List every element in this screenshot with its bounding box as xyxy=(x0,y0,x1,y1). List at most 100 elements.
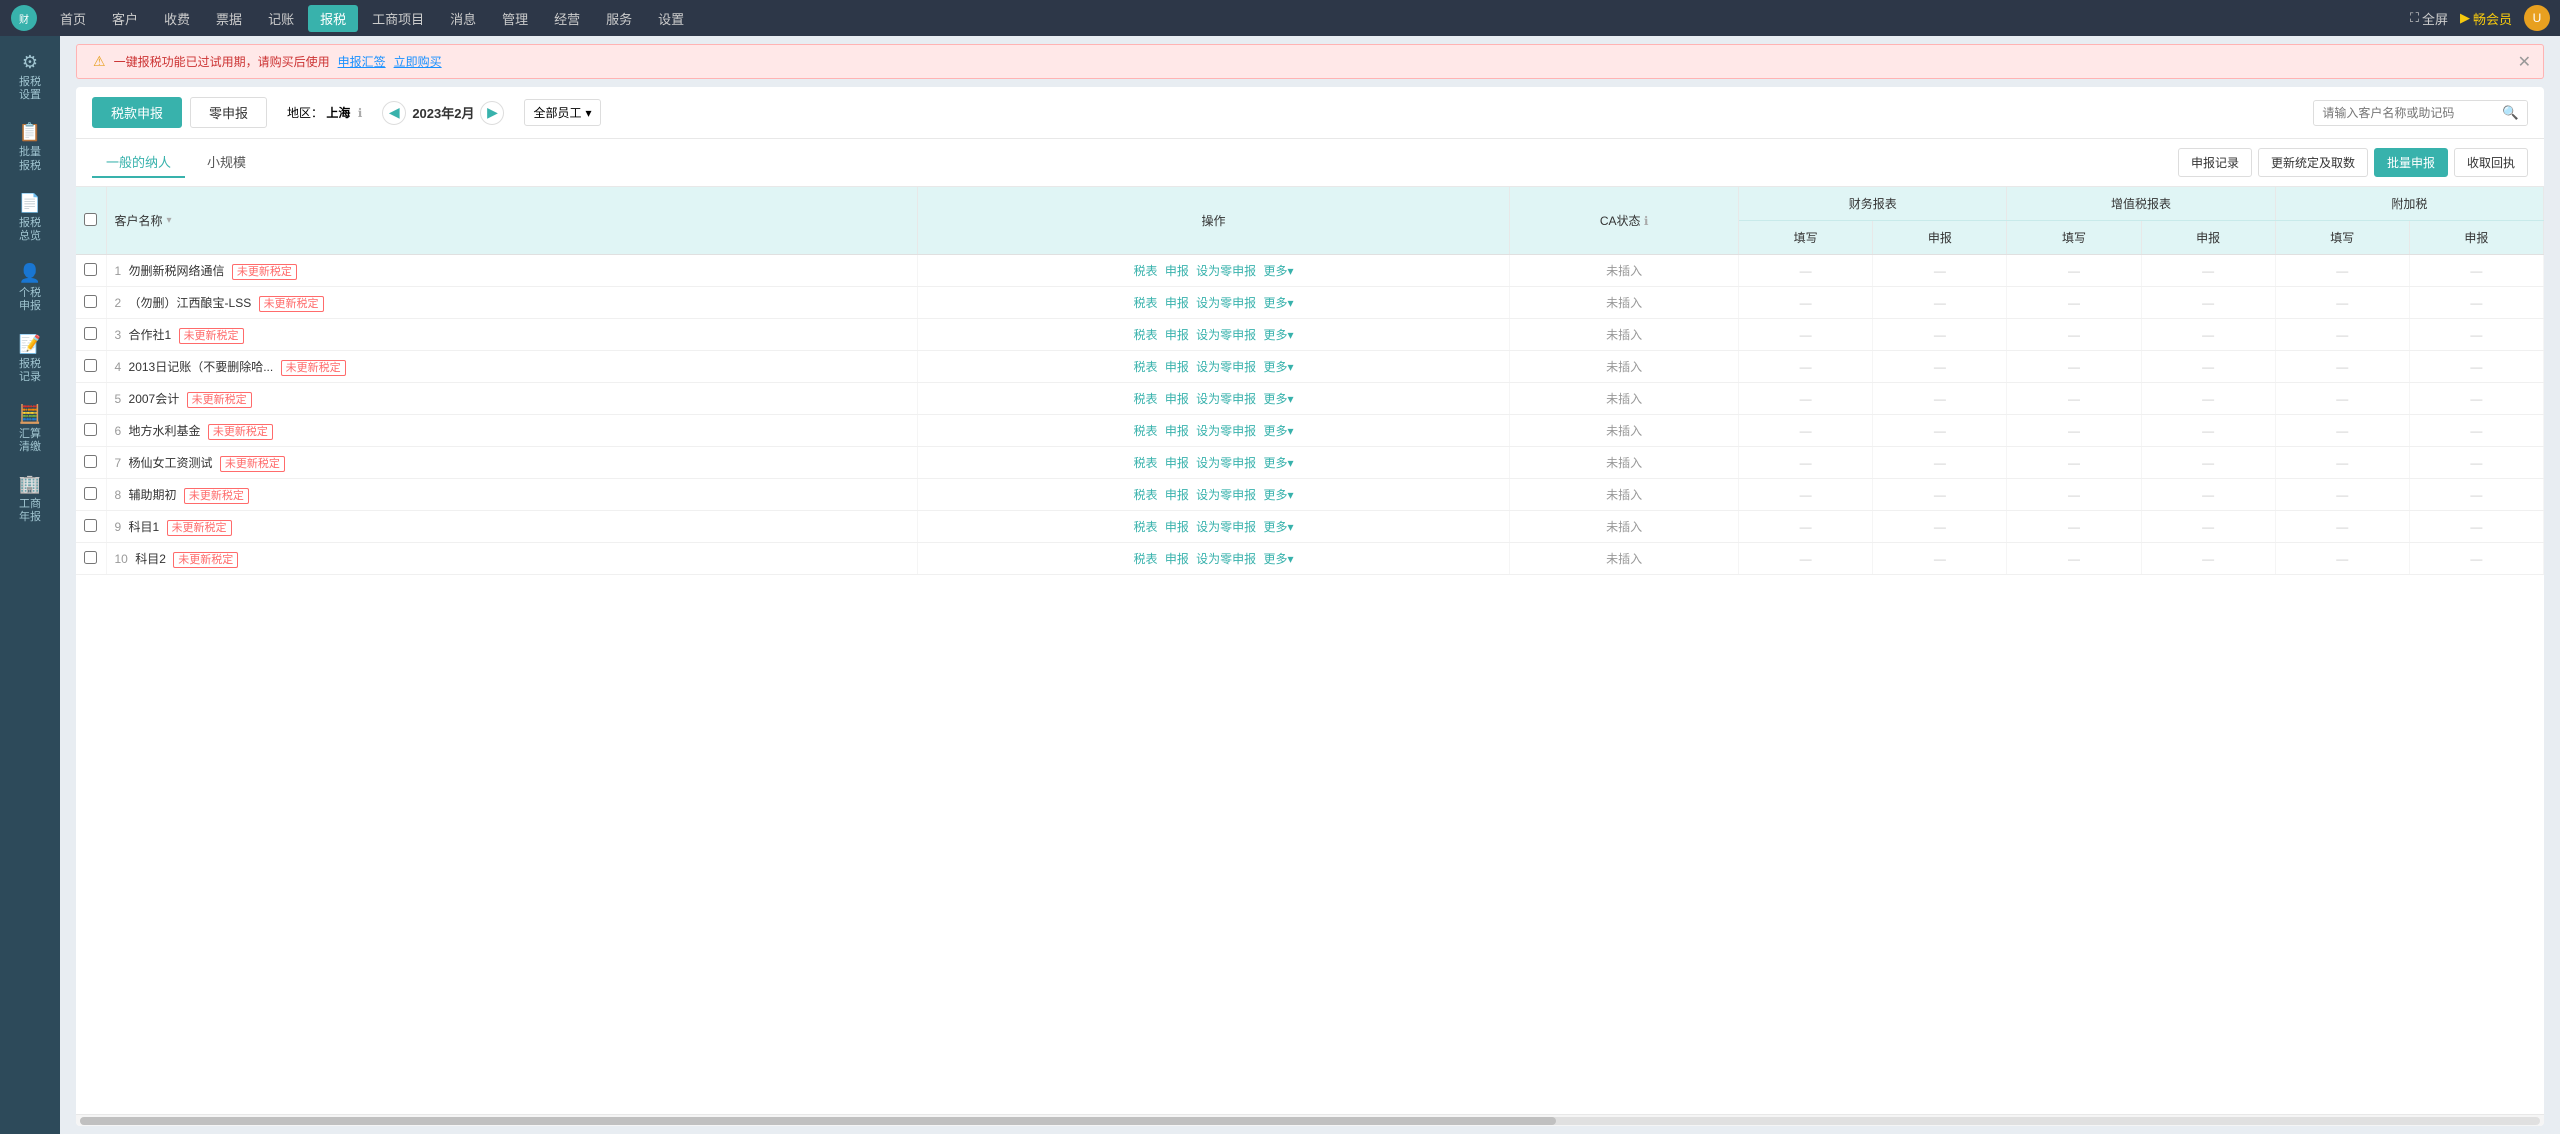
btn-retrieve-receipt[interactable]: 收取回执 xyxy=(2454,148,2528,177)
tab-tax-declaration[interactable]: 税款申报 xyxy=(92,97,182,128)
row-ca-status: 未插入 xyxy=(1510,543,1739,575)
op-zero-submit-1[interactable]: 设为零申报 xyxy=(1196,296,1256,310)
row-checkbox-9[interactable] xyxy=(84,551,97,564)
row-checkbox-8[interactable] xyxy=(84,519,97,532)
nav-item-business[interactable]: 工商项目 xyxy=(360,5,436,32)
op-submit-6[interactable]: 申报 xyxy=(1165,456,1189,470)
region-info-icon[interactable]: ℹ xyxy=(358,106,363,120)
op-zero-submit-6[interactable]: 设为零申报 xyxy=(1196,456,1256,470)
date-next-btn[interactable]: ▶ xyxy=(480,101,504,125)
sidebar-item-batch-tax[interactable]: 📋 批量报税 xyxy=(3,114,57,180)
op-more-8[interactable]: 更多▾ xyxy=(1264,520,1294,534)
unconfirmed-tag: 未更新税定 xyxy=(232,264,297,280)
op-more-3[interactable]: 更多▾ xyxy=(1264,360,1294,374)
department-select[interactable]: 全部员工 ▾ xyxy=(524,99,600,126)
nav-item-tax[interactable]: 报税 xyxy=(308,5,358,32)
op-submit-4[interactable]: 申报 xyxy=(1165,392,1189,406)
op-zero-submit-0[interactable]: 设为零申报 xyxy=(1196,264,1256,278)
sidebar-item-tax-records[interactable]: 📝 报税记录 xyxy=(3,326,57,392)
nav-item-customer[interactable]: 客户 xyxy=(100,5,150,32)
banner-link-report[interactable]: 申报汇签 xyxy=(338,53,386,70)
nav-item-invoice[interactable]: 票据 xyxy=(204,5,254,32)
nav-item-operation[interactable]: 经营 xyxy=(542,5,592,32)
nav-item-home[interactable]: 首页 xyxy=(48,5,98,32)
op-zero-submit-7[interactable]: 设为零申报 xyxy=(1196,488,1256,502)
nav-item-settings[interactable]: 设置 xyxy=(646,5,696,32)
current-date: 2023年2月 xyxy=(412,103,474,122)
op-more-7[interactable]: 更多▾ xyxy=(1264,488,1294,502)
nav-item-service[interactable]: 服务 xyxy=(594,5,644,32)
sidebar-item-settlement[interactable]: 🧮 汇算清缴 xyxy=(3,396,57,462)
op-zero-submit-4[interactable]: 设为零申报 xyxy=(1196,392,1256,406)
row-add-fill: — xyxy=(2275,351,2409,383)
sidebar-item-personal-tax[interactable]: 👤 个税申报 xyxy=(3,255,57,321)
date-prev-btn[interactable]: ◀ xyxy=(382,101,406,125)
op-more-1[interactable]: 更多▾ xyxy=(1264,296,1294,310)
op-tax-table-5[interactable]: 税表 xyxy=(1133,424,1157,438)
op-tax-table-1[interactable]: 税表 xyxy=(1133,296,1157,310)
row-add-fill: — xyxy=(2275,383,2409,415)
op-zero-submit-8[interactable]: 设为零申报 xyxy=(1196,520,1256,534)
tab-small-scale[interactable]: 小规模 xyxy=(193,147,260,178)
row-checkbox-0[interactable] xyxy=(84,263,97,276)
op-submit-2[interactable]: 申报 xyxy=(1165,328,1189,342)
op-submit-0[interactable]: 申报 xyxy=(1165,264,1189,278)
nav-item-accounting[interactable]: 记账 xyxy=(256,5,306,32)
op-tax-table-9[interactable]: 税表 xyxy=(1133,552,1157,566)
op-tax-table-3[interactable]: 税表 xyxy=(1133,360,1157,374)
upgrade-btn[interactable]: ▶ 畅会员 xyxy=(2460,9,2512,28)
row-checkbox-1[interactable] xyxy=(84,295,97,308)
op-more-4[interactable]: 更多▾ xyxy=(1264,392,1294,406)
search-input[interactable] xyxy=(2314,102,2494,124)
row-checkbox-6[interactable] xyxy=(84,455,97,468)
ca-info-icon[interactable]: ℹ xyxy=(1644,214,1649,228)
op-submit-8[interactable]: 申报 xyxy=(1165,520,1189,534)
user-avatar[interactable]: U xyxy=(2524,5,2550,31)
row-checkbox-2[interactable] xyxy=(84,327,97,340)
banner-link-buy[interactable]: 立即购买 xyxy=(394,53,442,70)
tab-zero-declaration[interactable]: 零申报 xyxy=(190,97,267,128)
row-checkbox-4[interactable] xyxy=(84,391,97,404)
search-button[interactable]: 🔍 xyxy=(2494,101,2527,125)
op-submit-9[interactable]: 申报 xyxy=(1165,552,1189,566)
horizontal-scrollbar[interactable] xyxy=(76,1114,2544,1126)
sidebar-item-tax-settings[interactable]: ⚙ 报税设置 xyxy=(3,44,57,110)
nav-item-billing[interactable]: 收费 xyxy=(152,5,202,32)
op-zero-submit-5[interactable]: 设为零申报 xyxy=(1196,424,1256,438)
op-tax-table-7[interactable]: 税表 xyxy=(1133,488,1157,502)
op-tax-table-6[interactable]: 税表 xyxy=(1133,456,1157,470)
btn-batch-declaration[interactable]: 批量申报 xyxy=(2374,148,2448,177)
op-more-9[interactable]: 更多▾ xyxy=(1264,552,1294,566)
op-more-0[interactable]: 更多▾ xyxy=(1264,264,1294,278)
batch-tax-icon: 📋 xyxy=(19,122,41,143)
row-checkbox-5[interactable] xyxy=(84,423,97,436)
op-submit-5[interactable]: 申报 xyxy=(1165,424,1189,438)
op-zero-submit-9[interactable]: 设为零申报 xyxy=(1196,552,1256,566)
op-more-6[interactable]: 更多▾ xyxy=(1264,456,1294,470)
op-zero-submit-2[interactable]: 设为零申报 xyxy=(1196,328,1256,342)
row-checkbox-3[interactable] xyxy=(84,359,97,372)
op-more-2[interactable]: 更多▾ xyxy=(1264,328,1294,342)
op-tax-table-0[interactable]: 税表 xyxy=(1133,264,1157,278)
nav-item-message[interactable]: 消息 xyxy=(438,5,488,32)
app-logo[interactable]: 财 xyxy=(10,4,38,32)
op-tax-table-8[interactable]: 税表 xyxy=(1133,520,1157,534)
fullscreen-btn[interactable]: ⛶ 全屏 xyxy=(2410,9,2448,28)
banner-close-btn[interactable]: ✕ xyxy=(2518,52,2531,72)
op-more-5[interactable]: 更多▾ xyxy=(1264,424,1294,438)
op-tax-table-2[interactable]: 税表 xyxy=(1133,328,1157,342)
customer-name-text: （勿删）江西酿宝-LSS xyxy=(129,296,252,310)
op-submit-7[interactable]: 申报 xyxy=(1165,488,1189,502)
nav-item-manage[interactable]: 管理 xyxy=(490,5,540,32)
tab-general-taxpayer[interactable]: 一般的纳人 xyxy=(92,147,185,178)
sidebar-item-annual-report[interactable]: 🏢 工商年报 xyxy=(3,466,57,532)
select-all-checkbox[interactable] xyxy=(84,213,97,226)
row-checkbox-7[interactable] xyxy=(84,487,97,500)
op-submit-3[interactable]: 申报 xyxy=(1165,360,1189,374)
op-submit-1[interactable]: 申报 xyxy=(1165,296,1189,310)
sidebar-item-tax-overview[interactable]: 📄 报税总览 xyxy=(3,185,57,251)
op-tax-table-4[interactable]: 税表 xyxy=(1133,392,1157,406)
op-zero-submit-3[interactable]: 设为零申报 xyxy=(1196,360,1256,374)
btn-declaration-records[interactable]: 申报记录 xyxy=(2178,148,2252,177)
btn-update-data[interactable]: 更新统定及取数 xyxy=(2258,148,2368,177)
